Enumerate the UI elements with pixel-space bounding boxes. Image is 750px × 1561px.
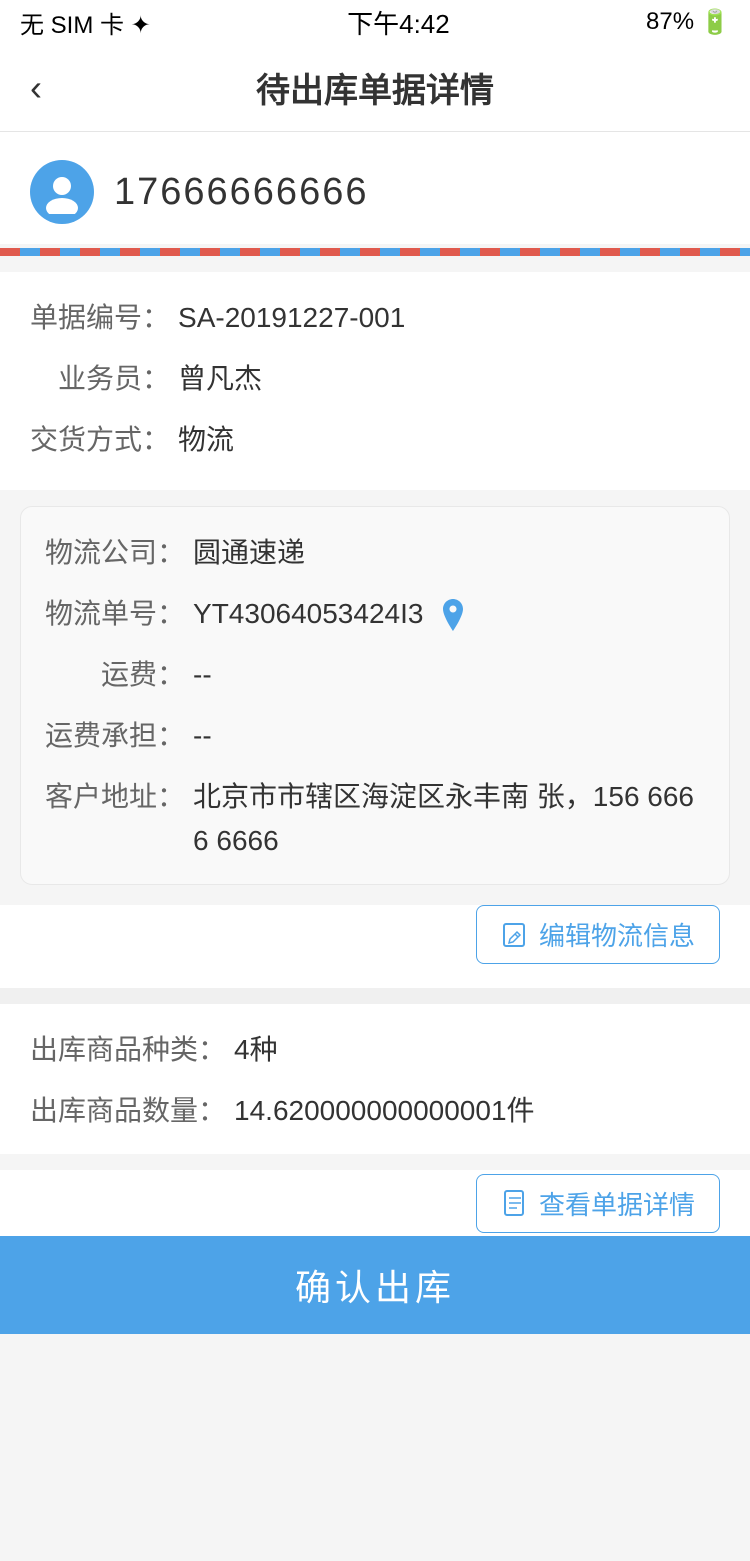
- page-title: 待出库单据详情: [256, 63, 494, 112]
- goods-quantity-label: 出库商品数量：: [30, 1089, 226, 1134]
- address-row: 客户地址： 北京市市辖区海淀区永丰南 张，156 6666 6666: [45, 775, 705, 865]
- address-value: 北京市市辖区海淀区永丰南 张，156 6666 6666: [193, 775, 705, 865]
- nav-bar: ‹ 待出库单据详情: [0, 44, 750, 132]
- order-info-section: 单据编号： SA-20191227-001 业务员： 曾凡杰 交货方式： 物流: [0, 272, 750, 490]
- edit-logistics-button[interactable]: 编辑物流信息: [476, 905, 720, 964]
- status-time: 下午4:42: [347, 4, 450, 41]
- confirm-button-label: 确认出库: [295, 1259, 455, 1311]
- edit-icon: [501, 921, 529, 949]
- freight-bearer-row: 运费承担： --: [45, 714, 705, 759]
- battery-status: 87%: [646, 8, 694, 36]
- content-area: 17666666666 单据编号： SA-20191227-001 业务员： 曾…: [0, 132, 750, 1561]
- document-number-value: SA-20191227-001: [178, 296, 720, 341]
- logistics-card: 物流公司： 圆通速递 物流单号： YT43064053424I3 运费： -- …: [20, 506, 730, 885]
- user-icon: [40, 170, 84, 214]
- dashed-separator: [0, 248, 750, 256]
- status-bar: 无 SIM 卡 ✦ 下午4:42 87% 🔋: [0, 0, 750, 44]
- status-right: 87% 🔋: [646, 8, 730, 37]
- goods-types-label: 出库商品种类：: [30, 1028, 226, 1073]
- goods-section: 出库商品种类： 4种 出库商品数量： 14.620000000000001件: [0, 1004, 750, 1154]
- tracking-number-value: YT43064053424I3: [193, 592, 705, 637]
- user-phone: 17666666666: [114, 171, 368, 214]
- freight-value: --: [193, 653, 705, 698]
- freight-label: 运费：: [45, 653, 185, 698]
- section-divider: [0, 988, 750, 1004]
- user-card: 17666666666: [0, 132, 750, 244]
- freight-bearer-label: 运费承担：: [45, 714, 185, 759]
- delivery-method-label: 交货方式：: [30, 418, 170, 463]
- goods-types-row: 出库商品种类： 4种: [30, 1028, 720, 1073]
- back-button[interactable]: ‹: [30, 67, 42, 109]
- avatar: [30, 160, 94, 224]
- view-detail-button[interactable]: 查看单据详情: [476, 1174, 720, 1233]
- address-label: 客户地址：: [45, 775, 185, 820]
- goods-quantity-row: 出库商品数量： 14.620000000000001件: [30, 1089, 720, 1134]
- document-number-row: 单据编号： SA-20191227-001: [30, 296, 720, 341]
- delivery-method-value: 物流: [178, 418, 720, 463]
- logistics-company-value: 圆通速递: [193, 531, 705, 576]
- salesperson-label: 业务员：: [30, 357, 170, 402]
- document-icon: [501, 1189, 529, 1217]
- tracking-number-row: 物流单号： YT43064053424I3: [45, 592, 705, 637]
- goods-types-value: 4种: [234, 1028, 720, 1073]
- document-number-label: 单据编号：: [30, 296, 170, 341]
- logistics-company-label: 物流公司：: [45, 531, 185, 576]
- sim-status: 无 SIM 卡 ✦: [20, 5, 151, 40]
- logistics-company-row: 物流公司： 圆通速递: [45, 531, 705, 576]
- status-left: 无 SIM 卡 ✦: [20, 5, 151, 40]
- edit-btn-row: 编辑物流信息: [0, 905, 750, 988]
- battery-icon: 🔋: [700, 8, 730, 37]
- goods-quantity-value: 14.620000000000001件: [234, 1089, 720, 1134]
- salesperson-row: 业务员： 曾凡杰: [30, 357, 720, 402]
- confirm-button[interactable]: 确认出库: [0, 1236, 750, 1334]
- freight-row: 运费： --: [45, 653, 705, 698]
- tracking-number-label: 物流单号：: [45, 592, 185, 637]
- freight-bearer-value: --: [193, 714, 705, 759]
- salesperson-value: 曾凡杰: [178, 357, 720, 402]
- location-icon[interactable]: [435, 597, 471, 633]
- delivery-method-row: 交货方式： 物流: [30, 418, 720, 463]
